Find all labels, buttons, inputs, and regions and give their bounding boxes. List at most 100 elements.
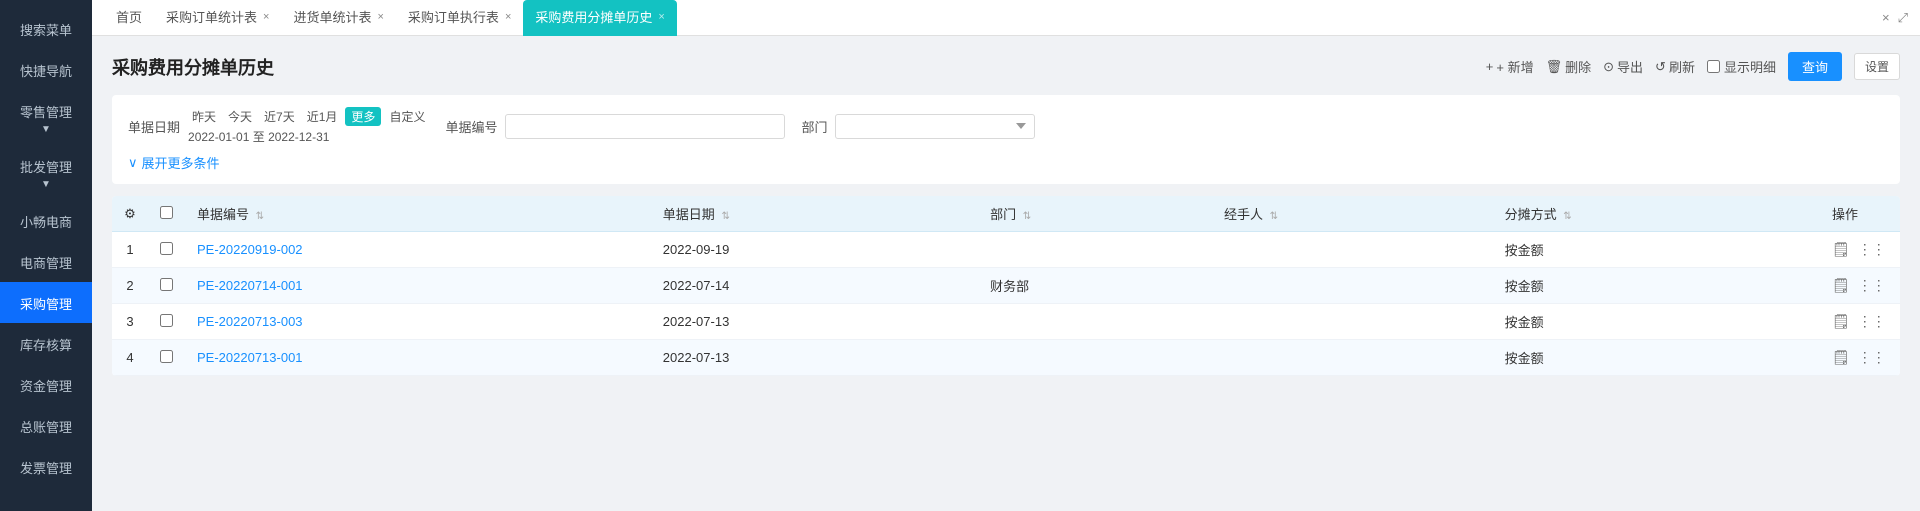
col-docno: 单据编号 ⇅: [185, 196, 651, 232]
sidebar-item-invoice[interactable]: 发票管理: [0, 446, 92, 487]
cell-date: 2022-09-19: [651, 232, 978, 268]
sidebar-item-inventory[interactable]: 库存核算: [0, 323, 92, 364]
table-row: 3 PE-20220713-003 2022-07-13 按金额 🗒 ⋮⋮: [112, 304, 1900, 340]
row-checkbox[interactable]: [160, 278, 173, 291]
sort-dept-icon[interactable]: ⇅: [1023, 211, 1031, 222]
add-button[interactable]: + + 新增: [1486, 57, 1534, 76]
more-action-icon[interactable]: ⋮⋮: [1858, 349, 1886, 366]
cell-docno: PE-20220714-001: [185, 268, 651, 304]
cell-checkbox: [148, 232, 185, 268]
dept-select[interactable]: 财务部: [835, 114, 1035, 139]
more-action-icon[interactable]: ⋮⋮: [1858, 313, 1886, 330]
date-filter-label: 单据日期: [128, 117, 180, 136]
docno-link[interactable]: PE-20220713-001: [197, 350, 303, 365]
show-detail-input[interactable]: [1707, 60, 1720, 73]
table-body: 1 PE-20220919-002 2022-09-19 按金额 🗒 ⋮⋮ 2 …: [112, 232, 1900, 376]
data-table: ⚙ 单据编号 ⇅ 单据日期 ⇅ 部门: [112, 196, 1900, 376]
settings-button[interactable]: 设置: [1854, 53, 1900, 80]
docno-link[interactable]: PE-20220714-001: [197, 278, 303, 293]
refresh-icon: ↺: [1655, 59, 1666, 75]
sidebar-item-ledger[interactable]: 总账管理: [0, 405, 92, 446]
sort-date-icon[interactable]: ⇅: [721, 211, 729, 222]
tab-label: 采购订单统计表: [166, 7, 257, 26]
date-shortcut-yesterday[interactable]: 昨天: [188, 107, 220, 126]
expand-icon: ∨: [128, 155, 138, 171]
date-shortcut-custom[interactable]: 自定义: [385, 107, 429, 126]
docno-link[interactable]: PE-20220713-003: [197, 314, 303, 329]
date-shortcuts: 昨天今天近7天近1月更多自定义: [188, 107, 429, 126]
cell-checkbox: [148, 340, 185, 376]
tab-purchase-cost-history[interactable]: 采购费用分摊单历史 ×: [523, 0, 676, 36]
delete-button[interactable]: 🗑 删除: [1546, 57, 1592, 76]
cell-docno: PE-20220713-003: [185, 304, 651, 340]
sidebar-item-quicknav[interactable]: 快捷导航: [0, 49, 92, 90]
tab-inbound-stats[interactable]: 进货单统计表 ×: [281, 0, 395, 36]
sidebar-item-wholesale[interactable]: 批发管理▼: [0, 145, 92, 200]
cell-handler: [1212, 304, 1493, 340]
col-handler-label: 经手人: [1224, 207, 1263, 222]
date-filter: 单据日期 昨天今天近7天近1月更多自定义 2022-01-01 至 2022-1…: [128, 107, 429, 145]
tab-purchase-order-stats[interactable]: 采购订单统计表 ×: [154, 0, 281, 36]
sort-docno-icon[interactable]: ⇅: [256, 211, 264, 222]
cell-handler: [1212, 340, 1493, 376]
cell-actions: 🗒 ⋮⋮: [1820, 340, 1900, 376]
sort-method-icon[interactable]: ⇅: [1563, 211, 1571, 222]
select-all-checkbox[interactable]: [160, 206, 173, 219]
col-actions: 操作: [1820, 196, 1900, 232]
cell-no: 1: [112, 232, 148, 268]
sidebar-item-retail[interactable]: 零售管理▼: [0, 90, 92, 145]
view-action-icon[interactable]: 🗒: [1832, 241, 1850, 258]
date-shortcut-today[interactable]: 今天: [224, 107, 256, 126]
date-shortcut-more[interactable]: 更多: [345, 107, 381, 126]
col-method: 分摊方式 ⇅: [1493, 196, 1820, 232]
col-dept-label: 部门: [990, 207, 1016, 222]
col-docno-label: 单据编号: [197, 207, 249, 222]
tab-home[interactable]: 首页: [104, 0, 154, 36]
row-checkbox[interactable]: [160, 314, 173, 327]
more-action-icon[interactable]: ⋮⋮: [1858, 241, 1886, 258]
filter-row: 单据日期 昨天今天近7天近1月更多自定义 2022-01-01 至 2022-1…: [128, 107, 1884, 145]
cell-handler: [1212, 232, 1493, 268]
refresh-button[interactable]: ↺ 刷新: [1655, 57, 1695, 76]
row-checkbox[interactable]: [160, 350, 173, 363]
close-window-icon[interactable]: ×: [1882, 10, 1890, 25]
maximize-window-icon[interactable]: ⤢: [1898, 10, 1908, 26]
tab-purchase-order-exec[interactable]: 采购订单执行表×: [396, 0, 523, 36]
tab-label: 进货单统计表: [293, 7, 371, 26]
sidebar-item-search[interactable]: 搜索菜单: [0, 8, 92, 49]
view-action-icon[interactable]: 🗒: [1832, 313, 1850, 330]
expand-more-btn[interactable]: ∨ 展开更多条件: [128, 153, 1884, 172]
sidebar-item-ecommerce[interactable]: 电商管理: [0, 241, 92, 282]
more-action-icon[interactable]: ⋮⋮: [1858, 277, 1886, 294]
row-checkbox[interactable]: [160, 242, 173, 255]
cell-dept: [978, 304, 1212, 340]
col-handler: 经手人 ⇅: [1212, 196, 1493, 232]
tab-close-icon[interactable]: ×: [505, 11, 511, 23]
dept-filter-label: 部门: [801, 117, 827, 136]
query-button[interactable]: 查询: [1788, 52, 1842, 81]
view-action-icon[interactable]: 🗒: [1832, 349, 1850, 366]
sidebar-item-miniapp[interactable]: 小畅电商: [0, 200, 92, 241]
show-detail-checkbox[interactable]: 显示明细: [1707, 57, 1776, 76]
export-button[interactable]: ⊙ 导出: [1603, 57, 1643, 76]
view-action-icon[interactable]: 🗒: [1832, 277, 1850, 294]
cell-docno: PE-20220713-001: [185, 340, 651, 376]
cell-method: 按金额: [1493, 304, 1820, 340]
sidebar-item-finance[interactable]: 资金管理: [0, 364, 92, 405]
col-settings[interactable]: ⚙: [112, 196, 148, 232]
tab-close-icon[interactable]: ×: [263, 11, 269, 23]
table-row: 1 PE-20220919-002 2022-09-19 按金额 🗒 ⋮⋮: [112, 232, 1900, 268]
page-title: 采购费用分摊单历史: [112, 54, 274, 80]
tab-close-icon[interactable]: ×: [377, 11, 383, 23]
tab-close-icon[interactable]: ×: [658, 11, 664, 23]
docno-link[interactable]: PE-20220919-002: [197, 242, 303, 257]
sidebar-item-purchase[interactable]: 采购管理: [0, 282, 92, 323]
col-date-label: 单据日期: [663, 207, 715, 222]
date-shortcut-7days[interactable]: 近7天: [260, 107, 299, 126]
docno-input[interactable]: [505, 114, 785, 139]
table-header-row: ⚙ 单据编号 ⇅ 单据日期 ⇅ 部门: [112, 196, 1900, 232]
sort-handler-icon[interactable]: ⇅: [1270, 211, 1278, 222]
date-shortcut-1month[interactable]: 近1月: [303, 107, 342, 126]
delete-icon: 🗑: [1546, 59, 1563, 75]
tab-label: 采购费用分摊单历史: [535, 7, 652, 26]
